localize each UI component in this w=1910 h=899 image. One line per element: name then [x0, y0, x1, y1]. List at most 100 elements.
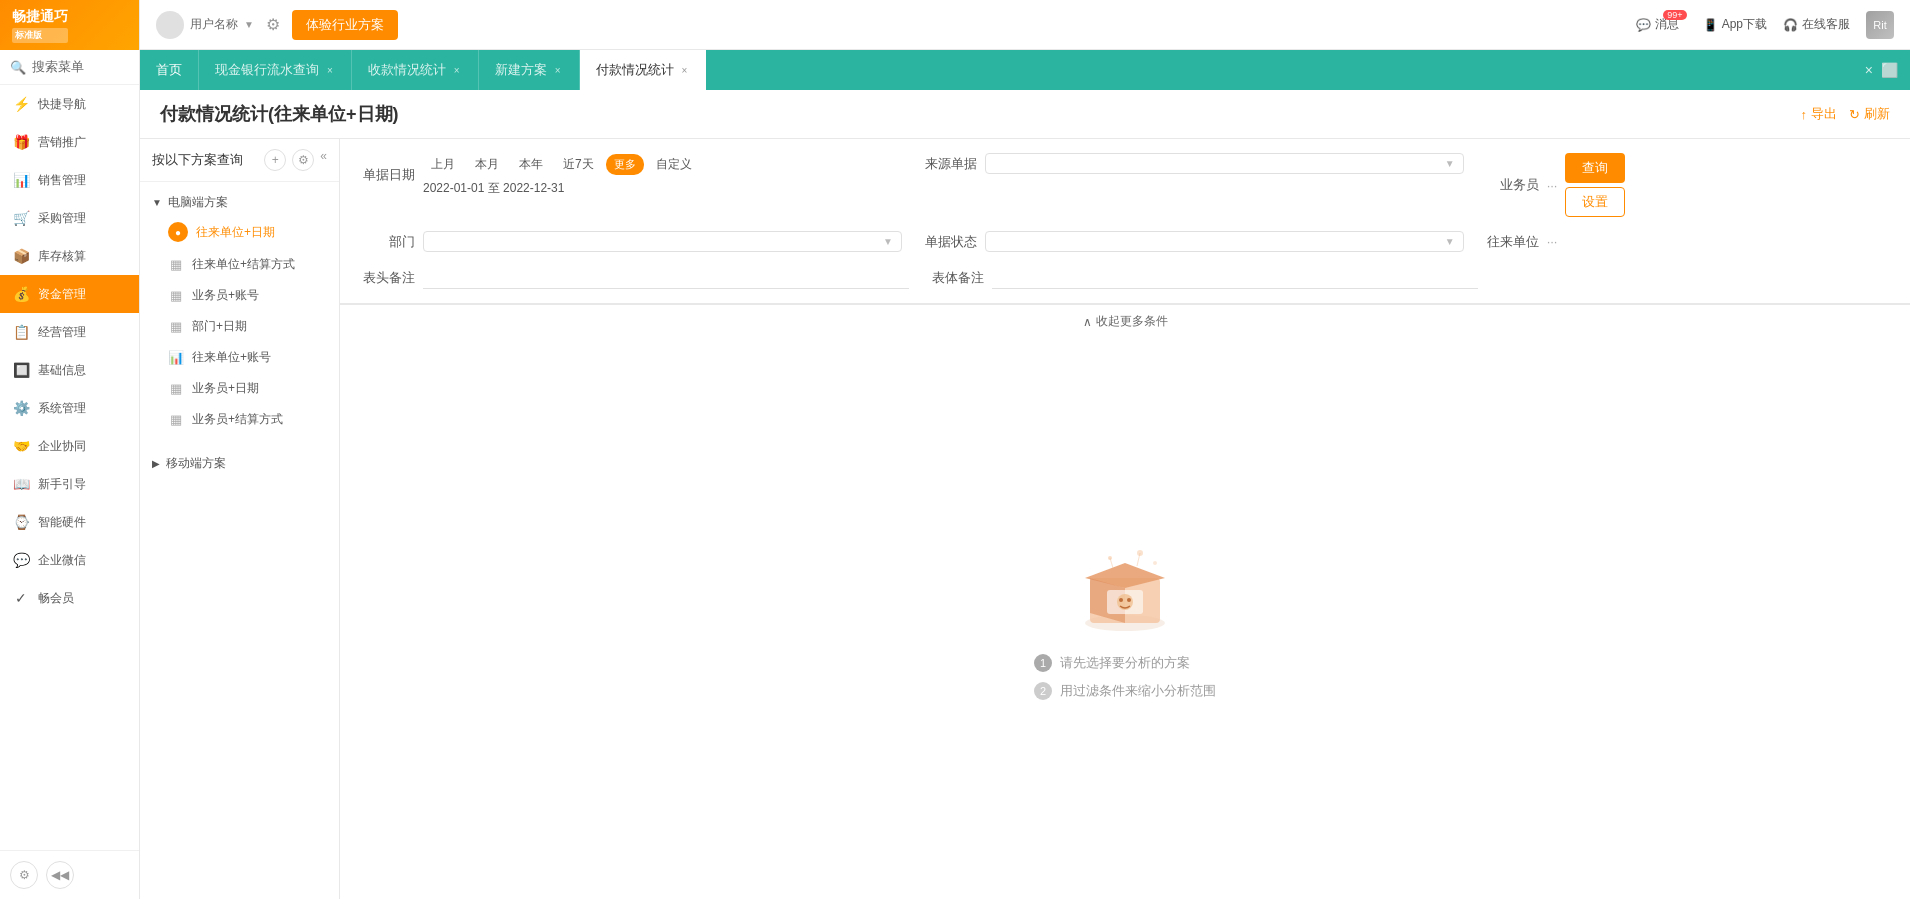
marketing-icon: 🎁: [12, 133, 30, 151]
mobile-group-label: 移动端方案: [166, 455, 226, 472]
date-custom-btn[interactable]: 自定义: [648, 153, 700, 176]
sidebar-item-label: 企业微信: [38, 552, 86, 569]
scheme-group-mobile-header[interactable]: ▶ 移动端方案: [140, 451, 339, 476]
tab-bank-flow-close[interactable]: ×: [325, 63, 335, 78]
tab-payment-stats-label: 付款情况统计: [596, 61, 674, 79]
sidebar-item-basic[interactable]: 🔲 基础信息: [0, 351, 139, 389]
sidebar-item-guide[interactable]: 📖 新手引导: [0, 465, 139, 503]
system-icon: ⚙️: [12, 399, 30, 417]
scheme-item-label: 部门+日期: [192, 318, 247, 335]
maximize-window-icon[interactable]: ⬜: [1881, 62, 1898, 78]
scheme-item-staff-date[interactable]: ▦ 业务员+日期: [140, 373, 339, 404]
tab-bank-flow[interactable]: 现金银行流水查询 ×: [199, 50, 352, 90]
sidebar-item-label: 系统管理: [38, 400, 86, 417]
mobile-group-arrow: ▶: [152, 458, 160, 469]
svg-point-5: [1127, 598, 1131, 602]
scheme-item-partner-settle[interactable]: ▦ 往来单位+结算方式: [140, 249, 339, 280]
scheme-item-dept-date[interactable]: ▦ 部门+日期: [140, 311, 339, 342]
user-avatar[interactable]: Rit: [1866, 11, 1894, 39]
sidebar-item-label: 资金管理: [38, 286, 86, 303]
tab-payment-stats-close[interactable]: ×: [680, 63, 690, 78]
tab-new-scheme[interactable]: 新建方案 ×: [479, 50, 580, 90]
message-action[interactable]: 💬 消息 99+: [1636, 16, 1679, 33]
export-label: 导出: [1811, 105, 1837, 123]
collapse-sidebar-btn[interactable]: ◀◀: [46, 861, 74, 889]
scheme-item-partner-account[interactable]: 📊 往来单位+账号: [140, 342, 339, 373]
source-select[interactable]: ▼: [985, 153, 1464, 174]
tab-new-scheme-close[interactable]: ×: [553, 63, 563, 78]
sidebar-item-member[interactable]: ✓ 畅会员: [0, 579, 139, 617]
tab-payment-stats[interactable]: 付款情况统计 ×: [580, 50, 707, 90]
scheme-group-desktop-header[interactable]: ▼ 电脑端方案: [140, 190, 339, 215]
date-more-btn[interactable]: 更多: [606, 154, 644, 175]
app-download-action[interactable]: 📱 App下载: [1703, 16, 1767, 33]
empty-tip-2: 2 用过滤条件来缩小分析范围: [1034, 682, 1216, 700]
sidebar-item-purchase[interactable]: 🛒 采购管理: [0, 199, 139, 237]
date-this-month-btn[interactable]: 本月: [467, 153, 507, 176]
trial-scheme-button[interactable]: 体验行业方案: [292, 10, 398, 40]
settings-footer-btn[interactable]: ⚙: [10, 861, 38, 889]
tab-collection-stats[interactable]: 收款情况统计 ×: [352, 50, 479, 90]
guide-icon: 📖: [12, 475, 30, 493]
close-window-icon[interactable]: ×: [1865, 62, 1873, 78]
sidebar-item-label: 库存核算: [38, 248, 86, 265]
scheme-item-partner-date[interactable]: ● 往来单位+日期: [140, 215, 339, 249]
sidebar-item-label: 企业协同: [38, 438, 86, 455]
quick-nav-icon: ⚡: [12, 95, 30, 113]
tab-home[interactable]: 首页: [140, 50, 199, 90]
profile-avatar: [156, 11, 184, 39]
tab-new-scheme-label: 新建方案: [495, 61, 547, 79]
query-button[interactable]: 查询: [1565, 153, 1625, 183]
sidebar-item-operation[interactable]: 📋 经营管理: [0, 313, 139, 351]
enterprise-icon: 🤝: [12, 437, 30, 455]
sidebar-item-quick-nav[interactable]: ⚡ 快捷导航: [0, 85, 139, 123]
sidebar-nav: ⚡ 快捷导航 🎁 营销推广 📊 销售管理 🛒 采购管理 📦 库存核算 💰 资金管…: [0, 85, 139, 850]
collapse-chevron-icon: ∧: [1083, 315, 1092, 329]
doc-status-select[interactable]: ▼: [985, 231, 1464, 252]
empty-svg: [1065, 538, 1185, 638]
sidebar-item-sales[interactable]: 📊 销售管理: [0, 161, 139, 199]
filter-area: 单据日期 上月 本月 本年 近7天 更多 自定义 20: [340, 139, 1910, 899]
dept-select[interactable]: ▼: [423, 231, 902, 252]
scheme-item-staff-settle[interactable]: ▦ 业务员+结算方式: [140, 404, 339, 435]
filter-settings-button[interactable]: 设置: [1565, 187, 1625, 217]
search-icon: 🔍: [10, 60, 26, 75]
operation-icon: 📋: [12, 323, 30, 341]
empty-tips: 1 请先选择要分析的方案 2 用过滤条件来缩小分析范围: [1034, 654, 1216, 700]
scheme-settings-button[interactable]: ⚙: [292, 149, 314, 171]
header-note-input[interactable]: [423, 266, 909, 289]
date-last-7days-btn[interactable]: 近7天: [555, 153, 602, 176]
sidebar-item-system[interactable]: ⚙️ 系统管理: [0, 389, 139, 427]
sidebar-item-hardware[interactable]: ⌚ 智能硬件: [0, 503, 139, 541]
sidebar-item-marketing[interactable]: 🎁 营销推广: [0, 123, 139, 161]
page-header: 付款情况统计(往来单位+日期) ↑ 导出 ↻ 刷新: [140, 90, 1910, 139]
collapse-more-conditions-button[interactable]: ∧ 收起更多条件: [340, 304, 1910, 338]
scheme-item-staff-account[interactable]: ▦ 业务员+账号: [140, 280, 339, 311]
sidebar-item-inventory[interactable]: 📦 库存核算: [0, 237, 139, 275]
scheme-item-active-icon: ●: [168, 222, 188, 242]
sidebar-item-enterprise[interactable]: 🤝 企业协同: [0, 427, 139, 465]
scheme-panel-header: 按以下方案查询 + ⚙ «: [140, 139, 339, 182]
finance-icon: 💰: [12, 285, 30, 303]
sidebar-item-label: 营销推广: [38, 134, 86, 151]
logo-sub: 标准版: [12, 28, 68, 43]
doc-status-label: 单据状态: [922, 233, 977, 251]
scheme-item-label: 往来单位+账号: [192, 349, 271, 366]
date-range-display: 2022-01-01 至 2022-12-31: [423, 180, 700, 197]
svg-line-9: [1110, 558, 1113, 568]
add-scheme-button[interactable]: +: [264, 149, 286, 171]
search-menu[interactable]: 🔍 搜索菜单: [0, 50, 139, 85]
body-note-input[interactable]: [992, 266, 1478, 289]
sidebar-item-wechat[interactable]: 💬 企业微信: [0, 541, 139, 579]
scheme-collapse-button[interactable]: «: [320, 149, 327, 171]
date-this-year-btn[interactable]: 本年: [511, 153, 551, 176]
refresh-button[interactable]: ↻ 刷新: [1849, 105, 1890, 123]
source-select-arrow: ▼: [1445, 158, 1455, 169]
tab-collection-stats-close[interactable]: ×: [452, 63, 462, 78]
sidebar-item-finance[interactable]: 💰 资金管理: [0, 275, 139, 313]
topbar-gear-icon[interactable]: ⚙: [266, 15, 280, 34]
export-button[interactable]: ↑ 导出: [1801, 105, 1838, 123]
empty-tip-1: 1 请先选择要分析的方案: [1034, 654, 1216, 672]
customer-service-action[interactable]: 🎧 在线客服: [1783, 16, 1850, 33]
date-last-month-btn[interactable]: 上月: [423, 153, 463, 176]
